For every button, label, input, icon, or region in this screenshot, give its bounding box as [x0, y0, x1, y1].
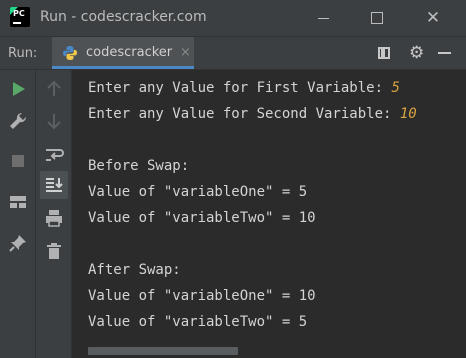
minimize-icon [317, 17, 329, 19]
down-arrow-icon[interactable] [43, 110, 65, 132]
stop-icon[interactable] [7, 150, 29, 172]
run-toolbar: Run: codescracker × ⚙ [0, 36, 466, 70]
console-line: Enter any Value for First Variable: 5 [88, 80, 400, 96]
console-line: Value of "variableTwo" = 5 [88, 314, 308, 330]
maximize-icon [371, 12, 383, 24]
pycharm-logo-icon: PC [10, 7, 30, 27]
close-icon: ✕ [425, 7, 441, 28]
console-line: After Swap: [88, 262, 181, 278]
layout-icon[interactable] [7, 191, 29, 213]
scroll-to-end-button[interactable] [40, 171, 68, 199]
run-tab-label: codescracker [86, 45, 173, 60]
close-button[interactable]: ✕ [410, 0, 456, 36]
python-icon [63, 46, 77, 60]
user-input-value: 10 [399, 106, 417, 122]
console-line: Value of "variableOne" = 10 [88, 288, 316, 304]
pin-icon[interactable] [7, 232, 29, 254]
console-output[interactable]: Enter any Value for First Variable: 5 En… [72, 70, 466, 358]
window-title: Run - codescracker.com [40, 9, 207, 25]
print-icon[interactable] [43, 207, 65, 229]
tab-close-icon[interactable]: × [180, 45, 191, 60]
wrench-icon[interactable] [7, 110, 29, 132]
console-text: Enter any Value for First Variable: [88, 80, 392, 96]
console-line: Value of "variableTwo" = 10 [88, 210, 316, 226]
title-bar: PC Run - codescracker.com ✕ [0, 0, 466, 36]
console-actions-sidebar [36, 70, 72, 358]
run-actions-sidebar [0, 70, 36, 358]
user-input-value: 5 [391, 80, 400, 96]
up-arrow-icon[interactable] [43, 78, 65, 100]
console-line: Before Swap: [88, 158, 190, 174]
console-line: Value of "variableOne" = 5 [88, 184, 308, 200]
minimize-button[interactable] [300, 0, 346, 36]
restore-layout-icon[interactable] [378, 47, 390, 59]
run-tab-codescracker[interactable]: codescracker × [52, 37, 194, 69]
scroll-to-end-icon [46, 178, 63, 192]
trash-icon[interactable] [43, 240, 65, 262]
run-label: Run: [8, 46, 38, 61]
maximize-button[interactable] [354, 0, 400, 36]
gear-icon[interactable]: ⚙ [409, 43, 424, 63]
console-line: Enter any Value for Second Variable: 10 [88, 106, 417, 122]
run-icon[interactable] [7, 78, 29, 100]
hide-panel-icon[interactable] [438, 52, 451, 54]
console-text: Enter any Value for Second Variable: [88, 106, 400, 122]
soft-wrap-icon[interactable] [43, 144, 65, 166]
horizontal-scrollbar[interactable] [88, 347, 238, 355]
